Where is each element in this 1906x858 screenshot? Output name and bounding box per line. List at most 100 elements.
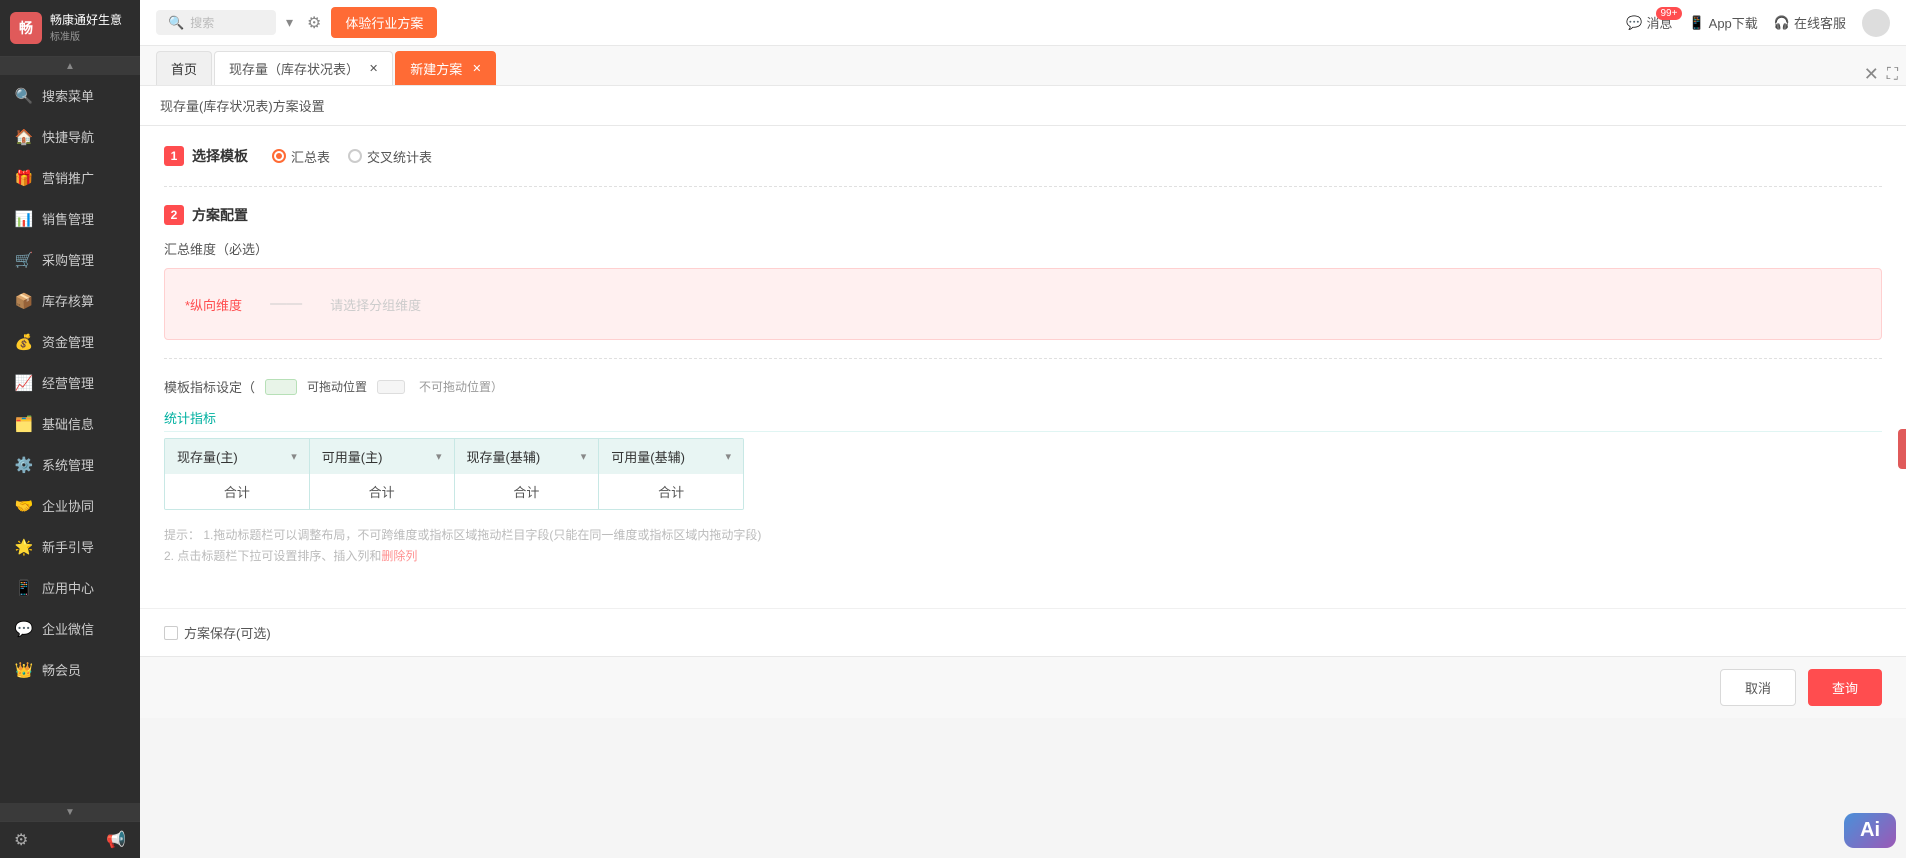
sidebar-item-search[interactable]: 🔍 搜索菜单 <box>0 75 140 116</box>
chat-icon: 💬 <box>14 620 34 638</box>
user-avatar[interactable] <box>1862 9 1890 37</box>
sidebar-item-label: 搜索菜单 <box>42 86 94 105</box>
sidebar-item-label: 基础信息 <box>42 414 94 433</box>
gift-icon: 🎁 <box>14 169 34 187</box>
sidebar-item-app-center[interactable]: 📱 应用中心 <box>0 567 140 608</box>
tab-new-plan[interactable]: 新建方案 ✕ <box>395 51 496 85</box>
tip-2-text: 2. 点击标题栏下拉可设置排序、插入列和 <box>164 549 381 563</box>
stats-col-3[interactable]: 可用量(基辅) ▾ <box>599 439 743 474</box>
online-service-button[interactable]: 🎧 在线客服 <box>1774 13 1846 32</box>
stats-col-1-label: 可用量(主) <box>322 447 383 466</box>
message-icon: 💬 <box>1626 15 1642 31</box>
sidebar-item-operations[interactable]: 📈 经营管理 <box>0 362 140 403</box>
sidebar-scroll-down[interactable]: ▼ <box>0 803 140 821</box>
sidebar-item-label: 销售管理 <box>42 209 94 228</box>
sidebar-item-label: 新手引导 <box>42 537 94 556</box>
radio-summary-dot <box>272 149 286 163</box>
save-plan-checkbox[interactable] <box>164 626 178 640</box>
sidebar-footer: ⚙ 📢 <box>0 821 140 858</box>
sidebar-item-quick-nav[interactable]: 🏠 快捷导航 <box>0 116 140 157</box>
trial-industry-button[interactable]: 体验行业方案 <box>331 7 437 38</box>
crown-icon: 👑 <box>14 661 34 679</box>
stats-cell-2: 合计 <box>455 474 600 509</box>
section2-title: 方案配置 <box>192 205 248 225</box>
sidebar-item-purchase[interactable]: 🛒 采购管理 <box>0 239 140 280</box>
stats-col-2[interactable]: 现存量(基辅) ▾ <box>455 439 600 474</box>
tip-2-highlight: 删除列 <box>381 549 417 563</box>
sidebar-item-new-guide[interactable]: 🌟 新手引导 <box>0 526 140 567</box>
panel-close-button[interactable]: ✕ <box>1864 64 1879 85</box>
stats-cell-0: 合计 <box>165 474 310 509</box>
divider-2 <box>164 358 1882 359</box>
sidebar-item-system[interactable]: ⚙️ 系统管理 <box>0 444 140 485</box>
cancel-button[interactable]: 取消 <box>1720 669 1796 706</box>
tab-home[interactable]: 首页 <box>156 51 212 85</box>
radio-summary[interactable]: 汇总表 <box>272 147 330 166</box>
right-expand-handle[interactable] <box>1898 429 1906 469</box>
section-config: 2 方案配置 汇总维度（必选） *纵向维度 —— 请选择分组维度 模板指标设定（… <box>164 205 1882 564</box>
immovable-badge <box>377 380 405 394</box>
sidebar-item-cooperation[interactable]: 🤝 企业协同 <box>0 485 140 526</box>
money-icon: 💰 <box>14 333 34 351</box>
query-button[interactable]: 查询 <box>1808 669 1882 706</box>
tip-1: 提示： 1.拖动标题栏可以调整布局，不可跨维度或指标区域拖动栏目字段(只能在同一… <box>164 526 1882 543</box>
sidebar-item-finance[interactable]: 💰 资金管理 <box>0 321 140 362</box>
section2-header: 2 方案配置 <box>164 205 1882 225</box>
sidebar-item-sales[interactable]: 📊 销售管理 <box>0 198 140 239</box>
volume-icon[interactable]: 📢 <box>106 830 126 850</box>
chart-icon: 📊 <box>14 210 34 228</box>
stats-col-1[interactable]: 可用量(主) ▾ <box>310 439 455 474</box>
page-breadcrumb: 现存量(库存状况表)方案设置 <box>140 86 1906 126</box>
app-icon: 📱 <box>1688 15 1704 31</box>
chevron-down-icon-1: ▾ <box>436 450 442 463</box>
dropdown-icon[interactable]: ▾ <box>286 14 293 31</box>
dim-field-label: *纵向维度 <box>185 295 242 314</box>
sidebar-item-label: 资金管理 <box>42 332 94 351</box>
tab-bar: 首页 现存量（库存状况表） ✕ 新建方案 ✕ ✕ ⛶ <box>140 46 1906 86</box>
sidebar-item-wechat[interactable]: 💬 企业微信 <box>0 608 140 649</box>
sidebar-item-label: 营销推广 <box>42 168 94 187</box>
tab-inventory-close[interactable]: ✕ <box>369 62 378 75</box>
app-edition: 标准版 <box>50 28 122 43</box>
sidebar-item-inventory[interactable]: 📦 库存核算 <box>0 280 140 321</box>
sidebar-item-basic-info[interactable]: 🗂️ 基础信息 <box>0 403 140 444</box>
settings-icon[interactable]: ⚙ <box>14 830 28 850</box>
stats-col-0[interactable]: 现存量(主) ▾ <box>165 439 310 474</box>
app-name: 畅康通好生意 <box>50 13 122 29</box>
sidebar-item-label: 应用中心 <box>42 578 94 597</box>
panel-expand-button[interactable]: ⛶ <box>1887 66 1898 84</box>
section-template: 1 选择模板 汇总表 交叉统计表 <box>164 146 1882 166</box>
movable-label: 可拖动位置 <box>307 378 367 395</box>
app-download-button[interactable]: 📱 App下载 <box>1688 13 1757 32</box>
home-icon: 🏠 <box>14 128 34 146</box>
stats-col-3-label: 可用量(基辅) <box>611 447 685 466</box>
sidebar: 畅 畅康通好生意 标准版 ▲ 🔍 搜索菜单 🏠 快捷导航 🎁 营销推广 📊 销售… <box>0 0 140 858</box>
chevron-down-icon-3: ▾ <box>725 450 731 463</box>
tab-new-plan-close[interactable]: ✕ <box>472 62 481 75</box>
message-button[interactable]: 💬 消息 99+ <box>1626 13 1672 32</box>
sidebar-scroll-up[interactable]: ▲ <box>0 57 140 75</box>
star-icon: 🌟 <box>14 538 34 556</box>
template-radio-group: 汇总表 交叉统计表 <box>272 147 432 166</box>
ai-badge[interactable]: Ai <box>1844 813 1896 848</box>
stats-table-header: 现存量(主) ▾ 可用量(主) ▾ 现存量(基辅) ▾ 可用量(基辅) <box>165 439 743 474</box>
sidebar-item-marketing[interactable]: 🎁 营销推广 <box>0 157 140 198</box>
tab-inventory[interactable]: 现存量（库存状况表） ✕ <box>214 51 393 85</box>
radio-summary-label: 汇总表 <box>291 147 330 166</box>
gear-icon: ⚙️ <box>14 456 34 474</box>
sidebar-item-label: 企业协同 <box>42 496 94 515</box>
sidebar-item-label: 系统管理 <box>42 455 94 474</box>
folder-icon: 🗂️ <box>14 415 34 433</box>
tab-new-plan-label: 新建方案 <box>410 59 462 78</box>
sidebar-item-member[interactable]: 👑 畅会员 <box>0 649 140 690</box>
chevron-down-icon-0: ▾ <box>291 450 297 463</box>
sidebar-item-label: 库存核算 <box>42 291 94 310</box>
radio-cross-dot <box>348 149 362 163</box>
topbar-gear-icon[interactable]: ⚙ <box>307 13 321 33</box>
radio-cross[interactable]: 交叉统计表 <box>348 147 432 166</box>
sidebar-nav: 🔍 搜索菜单 🏠 快捷导航 🎁 营销推广 📊 销售管理 🛒 采购管理 📦 库存核… <box>0 75 140 803</box>
topbar-search[interactable]: 🔍 搜索 <box>156 10 276 35</box>
tip-2: 2. 点击标题栏下拉可设置排序、插入列和删除列 <box>164 547 1882 564</box>
trending-icon: 📈 <box>14 374 34 392</box>
divider-1 <box>164 186 1882 187</box>
